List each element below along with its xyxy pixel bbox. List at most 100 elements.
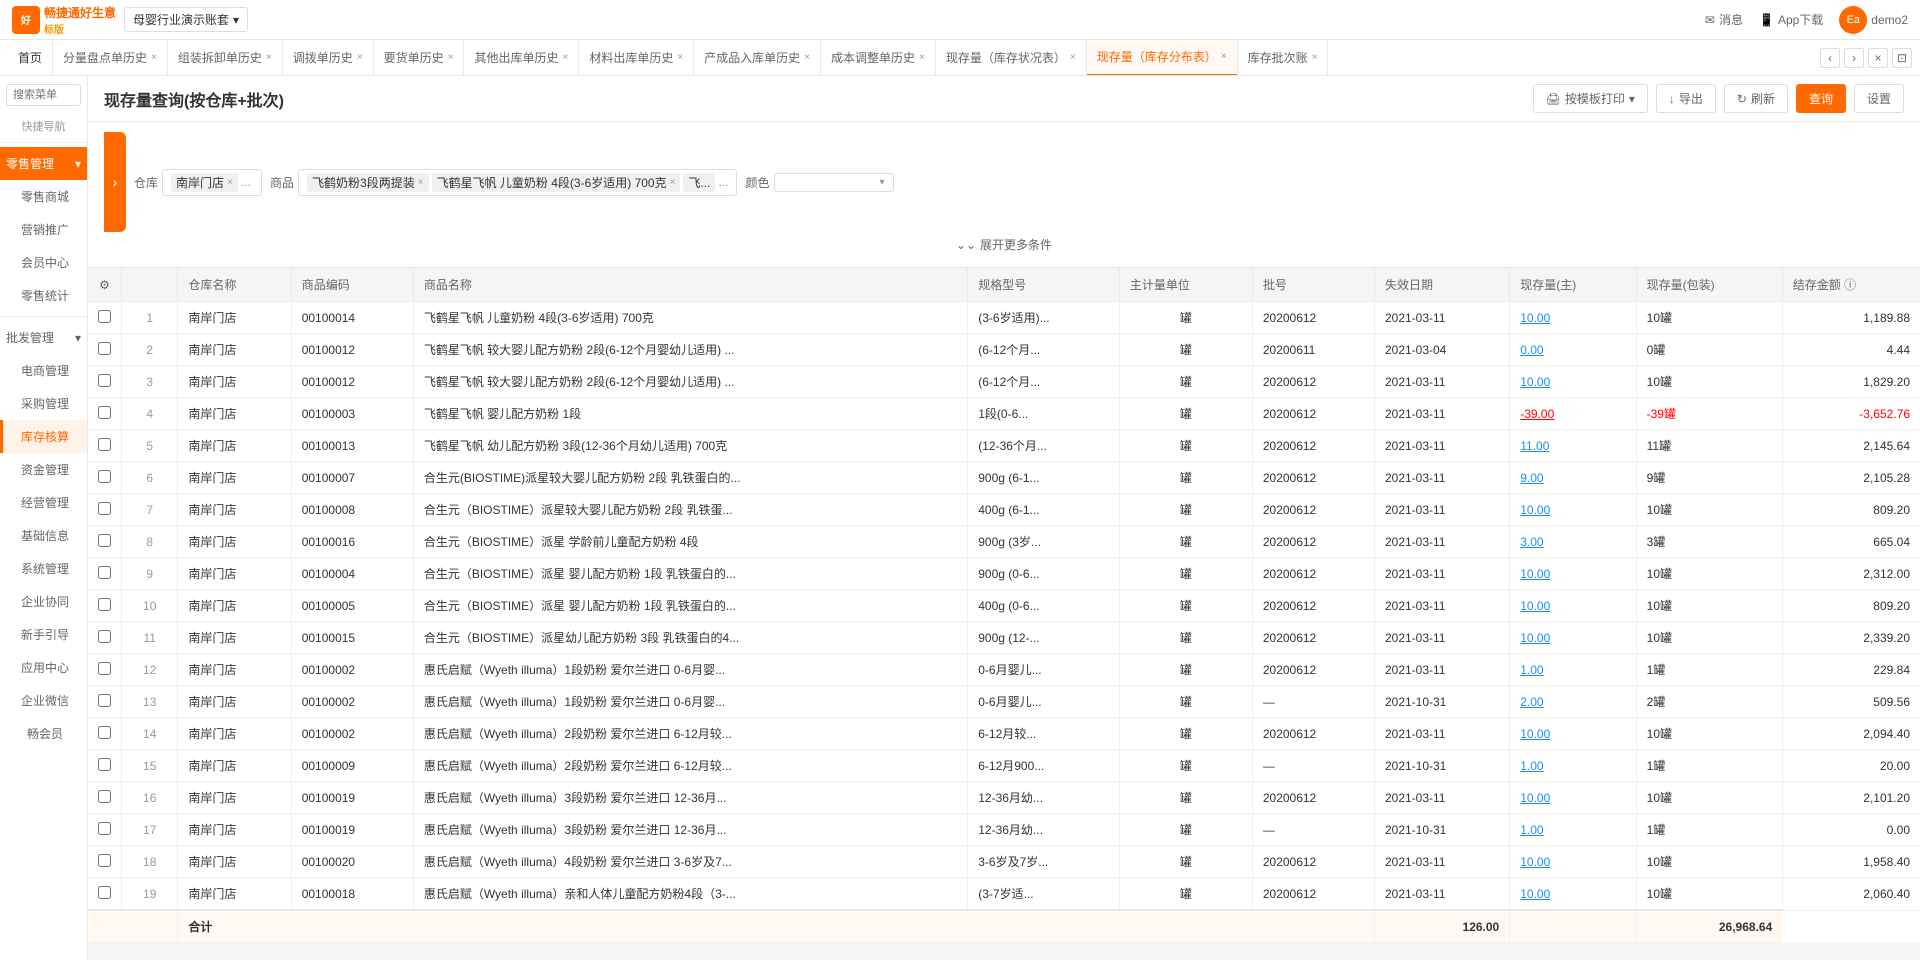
- cell-qty[interactable]: 1.00: [1510, 750, 1636, 782]
- sidebar-item-retail-mall[interactable]: 零售商城: [0, 180, 87, 213]
- sidebar-item-wechat[interactable]: 企业微信: [0, 684, 87, 717]
- tab-close[interactable]: ×: [448, 52, 454, 63]
- cell-checkbox[interactable]: [88, 334, 122, 366]
- tab-1[interactable]: 分量盘点单历史 ×: [53, 40, 168, 76]
- tab-close[interactable]: ×: [562, 52, 568, 63]
- tab-close[interactable]: ×: [1312, 52, 1318, 63]
- cell-qty[interactable]: 10.00: [1510, 782, 1636, 814]
- tab-close[interactable]: ×: [151, 52, 157, 63]
- cell-checkbox[interactable]: [88, 654, 122, 686]
- sidebar-item-retail-stats[interactable]: 零售统计: [0, 279, 87, 312]
- cell-checkbox[interactable]: [88, 718, 122, 750]
- tab-close[interactable]: ×: [357, 52, 363, 63]
- cell-checkbox[interactable]: [88, 878, 122, 911]
- cell-checkbox[interactable]: [88, 430, 122, 462]
- warehouse-tag-close[interactable]: ×: [227, 177, 233, 188]
- sidebar-item-finance[interactable]: 资金管理: [0, 453, 87, 486]
- nav-prev[interactable]: ‹: [1820, 48, 1840, 68]
- cell-qty[interactable]: 10.00: [1510, 878, 1636, 911]
- sidebar-item-enterprise[interactable]: 企业协同: [0, 585, 87, 618]
- cell-qty[interactable]: 2.00: [1510, 686, 1636, 718]
- tab-7[interactable]: 产成品入库单历史 ×: [694, 40, 821, 76]
- sidebar-item-basics[interactable]: 基础信息: [0, 519, 87, 552]
- cell-checkbox[interactable]: [88, 366, 122, 398]
- nav-next[interactable]: ›: [1844, 48, 1864, 68]
- product-tag-2-close[interactable]: ×: [670, 177, 676, 188]
- cell-checkbox[interactable]: [88, 622, 122, 654]
- tab-3[interactable]: 调拨单历史 ×: [283, 40, 374, 76]
- app-download-btn[interactable]: 📱 App下载: [1759, 11, 1823, 28]
- cell-qty[interactable]: 10.00: [1510, 718, 1636, 750]
- sidebar-item-retail-mgmt[interactable]: 零售管理▾: [0, 147, 87, 180]
- sidebar-item-guide[interactable]: 新手引导: [0, 618, 87, 651]
- cell-qty[interactable]: 10.00: [1510, 590, 1636, 622]
- tab-close[interactable]: ×: [1070, 52, 1076, 63]
- sidebar-item-inventory[interactable]: 库存核算: [0, 420, 87, 453]
- col-settings[interactable]: ⚙: [88, 268, 122, 302]
- filter-expand-arrow[interactable]: ›: [104, 132, 126, 232]
- cell-qty[interactable]: 10.00: [1510, 494, 1636, 526]
- cell-qty[interactable]: -39.00: [1510, 398, 1636, 430]
- warehouse-more[interactable]: ...: [241, 175, 251, 189]
- tab-close[interactable]: ×: [266, 52, 272, 63]
- cell-checkbox[interactable]: [88, 558, 122, 590]
- settings-btn[interactable]: 设置: [1854, 84, 1904, 113]
- tab-home[interactable]: 首页: [8, 40, 53, 76]
- product-value-box[interactable]: 飞鹤奶粉3段两提装 × 飞鹤星飞帆 儿童奶粉 4段(3-6岁适用) 700克 ×…: [298, 169, 737, 196]
- sidebar-item-ecommerce[interactable]: 电商管理: [0, 354, 87, 387]
- sidebar-item-purchase[interactable]: 采购管理: [0, 387, 87, 420]
- cell-checkbox[interactable]: [88, 814, 122, 846]
- color-value-box[interactable]: ▾: [774, 173, 894, 192]
- cell-qty[interactable]: 10.00: [1510, 622, 1636, 654]
- cell-checkbox[interactable]: [88, 590, 122, 622]
- cell-checkbox[interactable]: [88, 462, 122, 494]
- cell-qty[interactable]: 10.00: [1510, 558, 1636, 590]
- tab-close[interactable]: ×: [804, 52, 810, 63]
- sidebar-item-members[interactable]: 会员中心: [0, 246, 87, 279]
- user-avatar[interactable]: Ea demo2: [1839, 6, 1908, 34]
- sidebar-item-member-plus[interactable]: 畅会员: [0, 717, 87, 750]
- product-more-btn[interactable]: ...: [718, 175, 728, 189]
- message-btn[interactable]: ✉ 消息: [1705, 11, 1743, 28]
- cell-qty[interactable]: 10.00: [1510, 302, 1636, 334]
- tab-close[interactable]: ×: [1221, 51, 1227, 62]
- cell-qty[interactable]: 10.00: [1510, 846, 1636, 878]
- tab-5[interactable]: 其他出库单历史 ×: [464, 40, 579, 76]
- cell-checkbox[interactable]: [88, 526, 122, 558]
- industry-selector[interactable]: 母婴行业演示账套 ▾: [124, 7, 248, 32]
- tab-11[interactable]: 库存批次账 ×: [1238, 40, 1329, 76]
- expand-conditions-btn[interactable]: ⌄⌄ 展开更多条件: [956, 236, 1052, 253]
- cell-qty[interactable]: 0.00: [1510, 334, 1636, 366]
- nav-close-all[interactable]: ×: [1868, 48, 1888, 68]
- refresh-btn[interactable]: ↻ 刷新: [1724, 84, 1788, 113]
- sidebar-item-app-center[interactable]: 应用中心: [0, 651, 87, 684]
- sidebar-item-marketing[interactable]: 营销推广: [0, 213, 87, 246]
- search-input[interactable]: [6, 84, 81, 106]
- query-btn[interactable]: 查询: [1796, 84, 1846, 113]
- tab-4[interactable]: 要货单历史 ×: [374, 40, 465, 76]
- product-tag-1-close[interactable]: ×: [418, 177, 424, 188]
- tab-close[interactable]: ×: [919, 52, 925, 63]
- cell-qty[interactable]: 11.00: [1510, 430, 1636, 462]
- sidebar-item-operations[interactable]: 经营管理: [0, 486, 87, 519]
- cell-qty[interactable]: 10.00: [1510, 366, 1636, 398]
- color-chevron[interactable]: ▾: [879, 177, 884, 188]
- tab-10-active[interactable]: 现存量（库存分布表）×: [1087, 40, 1238, 76]
- cell-checkbox[interactable]: [88, 686, 122, 718]
- cell-checkbox[interactable]: [88, 398, 122, 430]
- warehouse-value-box[interactable]: 南岸门店 × ...: [162, 169, 262, 196]
- cell-checkbox[interactable]: [88, 782, 122, 814]
- print-btn[interactable]: 🖨 按模板打印 ▾: [1533, 84, 1648, 113]
- cell-qty[interactable]: 3.00: [1510, 526, 1636, 558]
- tab-6[interactable]: 材料出库单历史 ×: [579, 40, 694, 76]
- tab-close[interactable]: ×: [677, 52, 683, 63]
- nav-more[interactable]: ⊡: [1892, 48, 1912, 68]
- tab-2[interactable]: 组装拆卸单历史 ×: [168, 40, 283, 76]
- tab-9[interactable]: 现存量（库存状况表）×: [936, 40, 1087, 76]
- cell-checkbox[interactable]: [88, 302, 122, 334]
- cell-qty[interactable]: 9.00: [1510, 462, 1636, 494]
- sidebar-item-wholesale[interactable]: 批发管理▾: [0, 321, 87, 354]
- export-btn[interactable]: ↓ 导出: [1656, 84, 1716, 113]
- cell-checkbox[interactable]: [88, 846, 122, 878]
- tab-8[interactable]: 成本调整单历史 ×: [821, 40, 936, 76]
